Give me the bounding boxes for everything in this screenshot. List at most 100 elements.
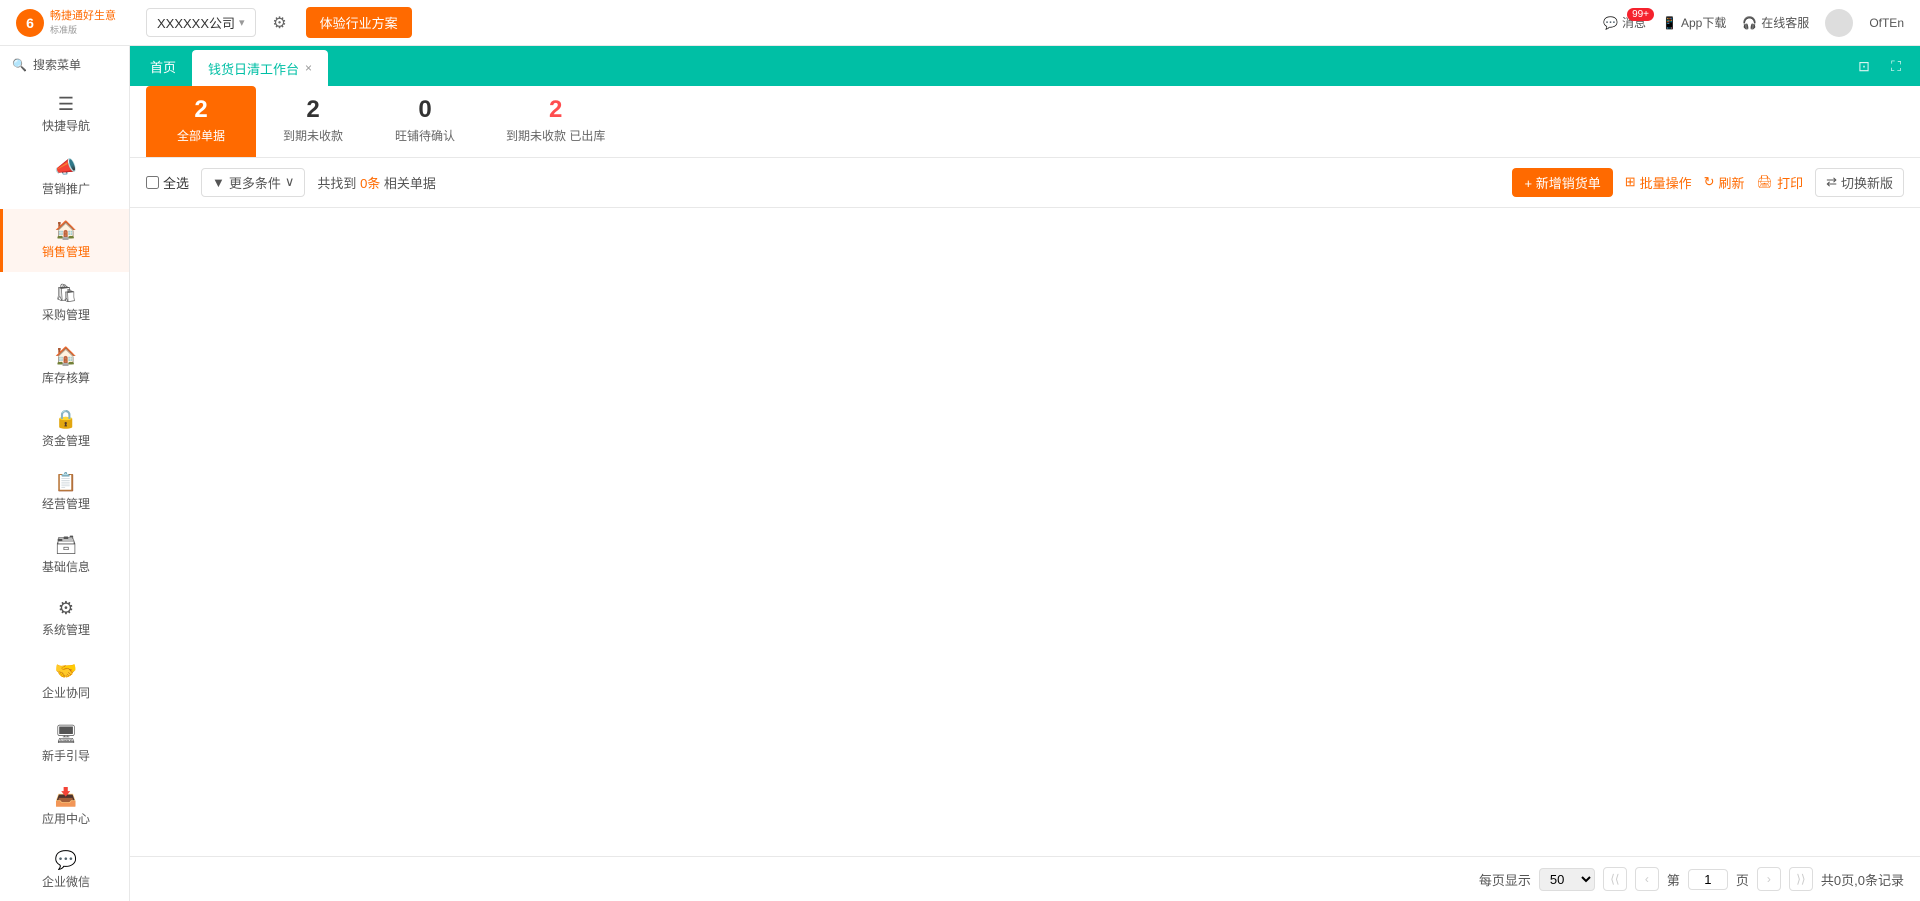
page-last-button[interactable]: ⟩⟩ [1789, 867, 1813, 891]
message-badge: 99+ [1627, 8, 1654, 21]
marketing-label: 营销推广 [42, 180, 90, 197]
stat-wangwang-label: 旺铺待确认 [395, 127, 455, 144]
batch-button[interactable]: ⊞ 批量操作 [1625, 173, 1692, 192]
sidebar-item-operation[interactable]: 📋 经营管理 [0, 461, 129, 524]
logo-icon: 6 [16, 9, 44, 37]
page-size-select[interactable]: 50 20 100 [1539, 868, 1595, 891]
stat-tab-all[interactable]: 2 全部单据 [146, 86, 256, 157]
refresh-button[interactable]: ↻ 刷新 [1704, 173, 1745, 192]
stat-tab-overdue[interactable]: 2 到期未收款 [258, 86, 368, 157]
tab-minimize-button[interactable]: ⊡ [1852, 54, 1876, 78]
shortcut-icon: ☰ [58, 95, 74, 113]
page-next-button[interactable]: › [1757, 867, 1781, 891]
wechat-icon: 💬 [55, 851, 77, 869]
sidebar-item-search[interactable]: 🔍 搜索菜单 [0, 46, 129, 83]
sidebar-item-marketing[interactable]: 📣 营销推广 [0, 146, 129, 209]
toolbar-right: + 新增销货单 ⊞ 批量操作 ↻ 刷新 🖨 打印 ⇄ 切换新版 [1512, 168, 1904, 197]
batch-label: 批量操作 [1640, 173, 1692, 192]
basic-label: 基础信息 [42, 558, 90, 575]
result-count: 0条 [360, 176, 380, 191]
stat-tab-wangwang[interactable]: 0 旺铺待确认 [370, 86, 480, 157]
batch-icon: ⊞ [1625, 174, 1636, 190]
tab-workbench[interactable]: 钱货日清工作台 × [192, 50, 328, 86]
print-button[interactable]: 🖨 打印 [1757, 173, 1804, 192]
page-first-button[interactable]: ⟨⟨ [1603, 867, 1627, 891]
app-download-label: App下载 [1681, 14, 1726, 31]
dropdown-arrow-icon: ▾ [239, 16, 245, 29]
sidebar: 🔍 搜索菜单 ☰ 快捷导航 📣 营销推广 🏠 销售管理 🛍 采购管理 🏠 库存核… [0, 46, 130, 901]
switch-icon: ⇄ [1826, 174, 1837, 190]
app-center-label: 应用中心 [42, 810, 90, 827]
page-size-label: 每页显示 [1479, 870, 1531, 889]
switch-version-button[interactable]: ⇄ 切换新版 [1815, 168, 1904, 197]
header-right: 💬 消息 99+ 📱 App下载 🎧 在线客服 OfTEn [1603, 9, 1904, 37]
select-all-label: 全选 [163, 173, 189, 192]
system-icon: ⚙ [58, 599, 74, 617]
stat-overdue-num: 2 [306, 96, 319, 125]
sidebar-item-app-center[interactable]: 📥 应用中心 [0, 776, 129, 839]
tab-bar-actions: ⊡ ⛶ [1852, 54, 1916, 78]
filter-button[interactable]: ▼ 更多条件 ∨ [201, 168, 305, 197]
avatar[interactable] [1825, 9, 1853, 37]
sidebar-item-finance[interactable]: 🔒 资金管理 [0, 398, 129, 461]
tab-home[interactable]: 首页 [134, 46, 192, 86]
select-all-checkbox[interactable]: 全选 [146, 173, 189, 192]
stat-tab-both[interactable]: 2 到期未收款 已出库 [482, 86, 629, 157]
sidebar-item-inventory[interactable]: 🏠 库存核算 [0, 335, 129, 398]
company-name: XXXXXX公司 [157, 13, 235, 32]
finance-icon: 🔒 [55, 410, 77, 428]
app-download-button[interactable]: 📱 App下载 [1662, 14, 1726, 31]
shortcut-label: 快捷导航 [42, 117, 90, 134]
filter-arrow-icon: ∨ [285, 174, 295, 190]
select-all-input[interactable] [146, 176, 159, 189]
logo-text: 畅捷通好生意 [50, 9, 116, 23]
top-header: 6 畅捷通好生意 标准版 XXXXXX公司 ▾ ⚙ 体验行业方案 💬 消息 99… [0, 0, 1920, 46]
stat-both-num: 2 [549, 96, 562, 125]
pagination: 每页显示 50 20 100 ⟨⟨ ‹ 第 页 › ⟩⟩ 共0页,0条记录 [130, 856, 1920, 901]
purchase-label: 采购管理 [42, 306, 90, 323]
content-area: 2 全部单据 2 到期未收款 0 旺铺待确认 2 到期未收款 已出库 全选 [130, 86, 1920, 901]
company-selector[interactable]: XXXXXX公司 ▾ [146, 8, 256, 37]
sales-icon: 🏠 [55, 221, 77, 239]
wechat-label: 企业微信 [42, 873, 90, 890]
page-input[interactable] [1688, 869, 1728, 890]
refresh-icon: ↻ [1704, 174, 1715, 190]
download-icon: 📱 [1662, 16, 1677, 30]
sidebar-item-basic[interactable]: 🗃 基础信息 [0, 524, 129, 587]
sidebar-item-coop[interactable]: 🤝 企业协同 [0, 650, 129, 713]
online-service-button[interactable]: 🎧 在线客服 [1742, 14, 1809, 31]
message-button[interactable]: 💬 消息 99+ [1603, 14, 1646, 31]
main-content: 2 全部单据 2 到期未收款 0 旺铺待确认 2 到期未收款 已出库 全选 [130, 86, 1920, 901]
service-icon: 🎧 [1742, 16, 1757, 30]
trial-button[interactable]: 体验行业方案 [306, 7, 412, 38]
refresh-label: 刷新 [1719, 173, 1745, 192]
inventory-label: 库存核算 [42, 369, 90, 386]
settings-button[interactable]: ⚙ [264, 7, 296, 39]
search-menu-label: 搜索菜单 [33, 56, 81, 73]
logo-area: 6 畅捷通好生意 标准版 [16, 9, 146, 37]
sidebar-item-guide[interactable]: 🖥 新手引导 [0, 713, 129, 776]
tab-close-icon[interactable]: × [305, 61, 312, 75]
sidebar-item-wechat[interactable]: 💬 企业微信 [0, 839, 129, 901]
toolbar: 全选 ▼ 更多条件 ∨ 共找到 0条 相关单据 + 新增销货单 ⊞ 批量操作 ↻ [130, 158, 1920, 208]
stat-both-label: 到期未收款 已出库 [506, 127, 605, 144]
page-label-end: 页 [1736, 870, 1749, 889]
guide-label: 新手引导 [42, 747, 90, 764]
sidebar-item-purchase[interactable]: 🛍 采购管理 [0, 272, 129, 335]
sidebar-item-shortcut[interactable]: ☰ 快捷导航 [0, 83, 129, 146]
sidebar-item-system[interactable]: ⚙ 系统管理 [0, 587, 129, 650]
sales-label: 销售管理 [42, 243, 90, 260]
page-label: 第 [1667, 870, 1680, 889]
coop-icon: 🤝 [55, 662, 77, 680]
finance-label: 资金管理 [42, 432, 90, 449]
tab-home-label: 首页 [150, 57, 176, 76]
avatar-name[interactable]: OfTEn [1869, 16, 1904, 30]
add-sales-order-button[interactable]: + 新增销货单 [1512, 168, 1612, 197]
marketing-icon: 📣 [55, 158, 77, 176]
online-service-label: 在线客服 [1761, 14, 1809, 31]
app-center-icon: 📥 [55, 788, 77, 806]
total-records-text: 共0页,0条记录 [1821, 870, 1904, 889]
page-prev-button[interactable]: ‹ [1635, 867, 1659, 891]
tab-expand-button[interactable]: ⛶ [1884, 54, 1908, 78]
sidebar-item-sales[interactable]: 🏠 销售管理 [0, 209, 129, 272]
